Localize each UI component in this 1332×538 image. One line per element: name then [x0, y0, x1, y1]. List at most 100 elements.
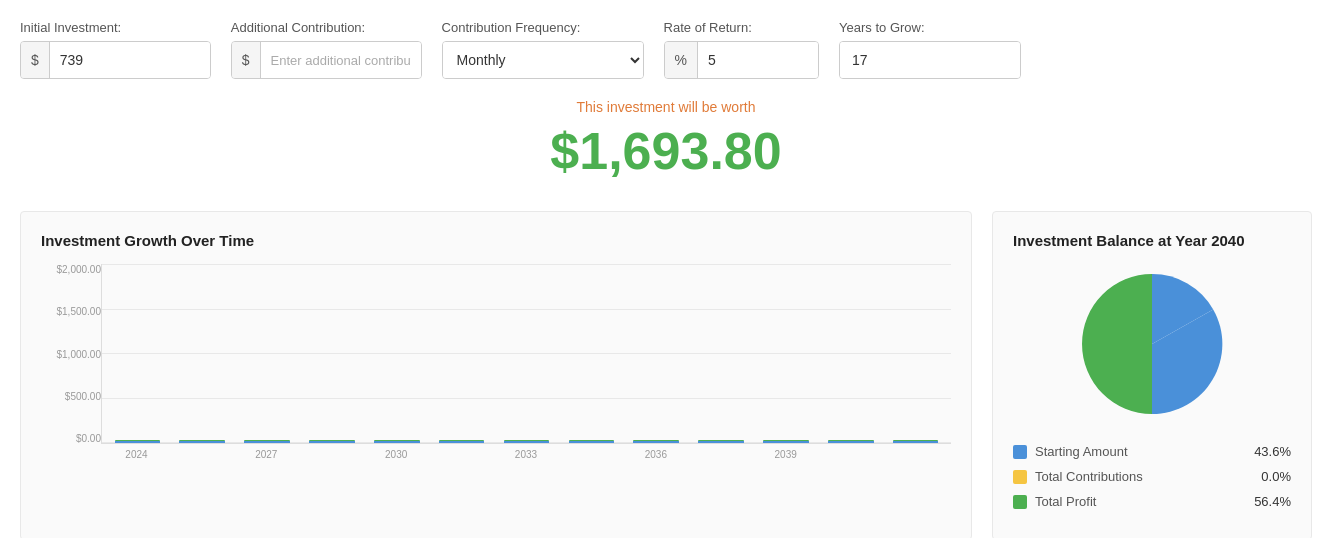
initial-investment-group: Initial Investment: $	[20, 20, 211, 79]
bar-stack-12	[893, 440, 939, 443]
bar-group-3	[302, 264, 363, 443]
bar-stack-8	[633, 440, 679, 443]
legend-label-contributions: Total Contributions	[1035, 469, 1253, 484]
legend-value-contributions: 0.0%	[1261, 469, 1291, 484]
x-labels: 202420272030203320362039	[101, 444, 951, 464]
bar-stack-4	[374, 440, 420, 443]
bar-group-8	[626, 264, 687, 443]
years-to-grow-group: Years to Grow:	[839, 20, 1021, 79]
bar-chart-title: Investment Growth Over Time	[41, 232, 951, 249]
legend-value-starting: 43.6%	[1254, 444, 1291, 459]
y-label-1: $1,500.00	[57, 306, 102, 317]
x-label-10: 2039	[755, 449, 816, 460]
bar-stack-7	[569, 440, 615, 443]
pie-chart-container: Investment Balance at Year 2040 Starting…	[992, 211, 1312, 538]
y-label-3: $500.00	[65, 391, 101, 402]
bar-group-2	[237, 264, 298, 443]
y-label-4: $0.00	[76, 433, 101, 444]
bar-group-12	[885, 264, 946, 443]
bars-flex	[102, 264, 951, 443]
bar-starting-5	[439, 441, 485, 443]
result-value: $1,693.80	[20, 121, 1312, 181]
legend-dot-starting	[1013, 445, 1027, 459]
bar-starting-9	[698, 441, 744, 443]
bar-starting-8	[633, 441, 679, 443]
bar-starting-1	[179, 441, 225, 443]
bar-stack-2	[244, 440, 290, 443]
x-label-4: 2030	[366, 449, 427, 460]
initial-investment-prefix: $	[21, 42, 50, 78]
pie-wrapper: Starting Amount 43.6% Total Contribution…	[1013, 264, 1291, 519]
initial-investment-label: Initial Investment:	[20, 20, 211, 35]
bar-group-5	[431, 264, 492, 443]
result-section: This investment will be worth $1,693.80	[20, 99, 1312, 181]
pie-profit-slice	[1082, 274, 1152, 414]
additional-contribution-wrapper: $	[231, 41, 422, 79]
bar-group-11	[820, 264, 881, 443]
initial-investment-wrapper: $	[20, 41, 211, 79]
legend-label-starting: Starting Amount	[1035, 444, 1246, 459]
bar-starting-2	[244, 441, 290, 443]
y-axis-labels: $2,000.00 $1,500.00 $1,000.00 $500.00 $0…	[41, 264, 101, 444]
bar-stack-5	[439, 440, 485, 443]
bar-stack-10	[763, 440, 809, 443]
bar-stack-9	[698, 440, 744, 443]
bars-area	[101, 264, 951, 444]
y-label-0: $2,000.00	[57, 264, 102, 275]
rate-of-return-input[interactable]	[698, 42, 818, 78]
additional-contribution-group: Additional Contribution: $	[231, 20, 422, 79]
bar-group-1	[172, 264, 233, 443]
years-to-grow-input[interactable]	[840, 42, 1020, 78]
legend-item-starting: Starting Amount 43.6%	[1013, 444, 1291, 459]
x-label-8: 2036	[625, 449, 686, 460]
pie-chart-svg	[1072, 264, 1232, 424]
bar-stack-11	[828, 440, 874, 443]
contribution-frequency-label: Contribution Frequency:	[442, 20, 644, 35]
bar-starting-3	[309, 441, 355, 443]
additional-contribution-input[interactable]	[261, 42, 421, 78]
legend-value-profit: 56.4%	[1254, 494, 1291, 509]
bar-group-10	[755, 264, 816, 443]
bar-starting-12	[893, 441, 939, 443]
legend-item-profit: Total Profit 56.4%	[1013, 494, 1291, 509]
bar-starting-4	[374, 441, 420, 443]
bar-group-7	[561, 264, 622, 443]
x-label-2: 2027	[236, 449, 297, 460]
x-label-0: 2024	[106, 449, 167, 460]
top-controls: Initial Investment: $ Additional Contrib…	[20, 20, 1312, 79]
bar-starting-10	[763, 441, 809, 443]
bar-group-4	[366, 264, 427, 443]
legend-dot-contributions	[1013, 470, 1027, 484]
pie-chart-title: Investment Balance at Year 2040	[1013, 232, 1291, 249]
additional-contribution-label: Additional Contribution:	[231, 20, 422, 35]
bar-stack-1	[179, 440, 225, 443]
bar-stack-3	[309, 440, 355, 443]
bar-stack-0	[115, 440, 161, 443]
bar-group-0	[107, 264, 168, 443]
rate-of-return-prefix: %	[665, 42, 698, 78]
charts-section: Investment Growth Over Time $2,000.00 $1…	[20, 211, 1312, 538]
contribution-frequency-group: Contribution Frequency: Daily Weekly Mon…	[442, 20, 644, 79]
bar-chart-inner: $2,000.00 $1,500.00 $1,000.00 $500.00 $0…	[41, 264, 951, 464]
bar-group-6	[496, 264, 557, 443]
bar-group-9	[691, 264, 752, 443]
bar-starting-0	[115, 441, 161, 443]
initial-investment-input[interactable]	[50, 42, 210, 78]
contribution-frequency-select[interactable]: Daily Weekly Monthly Quarterly Annually	[443, 42, 643, 78]
bar-chart-container: Investment Growth Over Time $2,000.00 $1…	[20, 211, 972, 538]
bar-starting-6	[504, 441, 550, 443]
rate-of-return-label: Rate of Return:	[664, 20, 819, 35]
rate-of-return-wrapper: %	[664, 41, 819, 79]
rate-of-return-group: Rate of Return: %	[664, 20, 819, 79]
bar-starting-11	[828, 441, 874, 443]
years-to-grow-wrapper	[839, 41, 1021, 79]
contribution-frequency-wrapper: Daily Weekly Monthly Quarterly Annually	[442, 41, 644, 79]
years-to-grow-label: Years to Grow:	[839, 20, 1021, 35]
legend-item-contributions: Total Contributions 0.0%	[1013, 469, 1291, 484]
y-label-2: $1,000.00	[57, 349, 102, 360]
legend-dot-profit	[1013, 495, 1027, 509]
legend: Starting Amount 43.6% Total Contribution…	[1013, 444, 1291, 519]
bar-starting-7	[569, 441, 615, 443]
additional-contribution-prefix: $	[232, 42, 261, 78]
result-label: This investment will be worth	[20, 99, 1312, 115]
